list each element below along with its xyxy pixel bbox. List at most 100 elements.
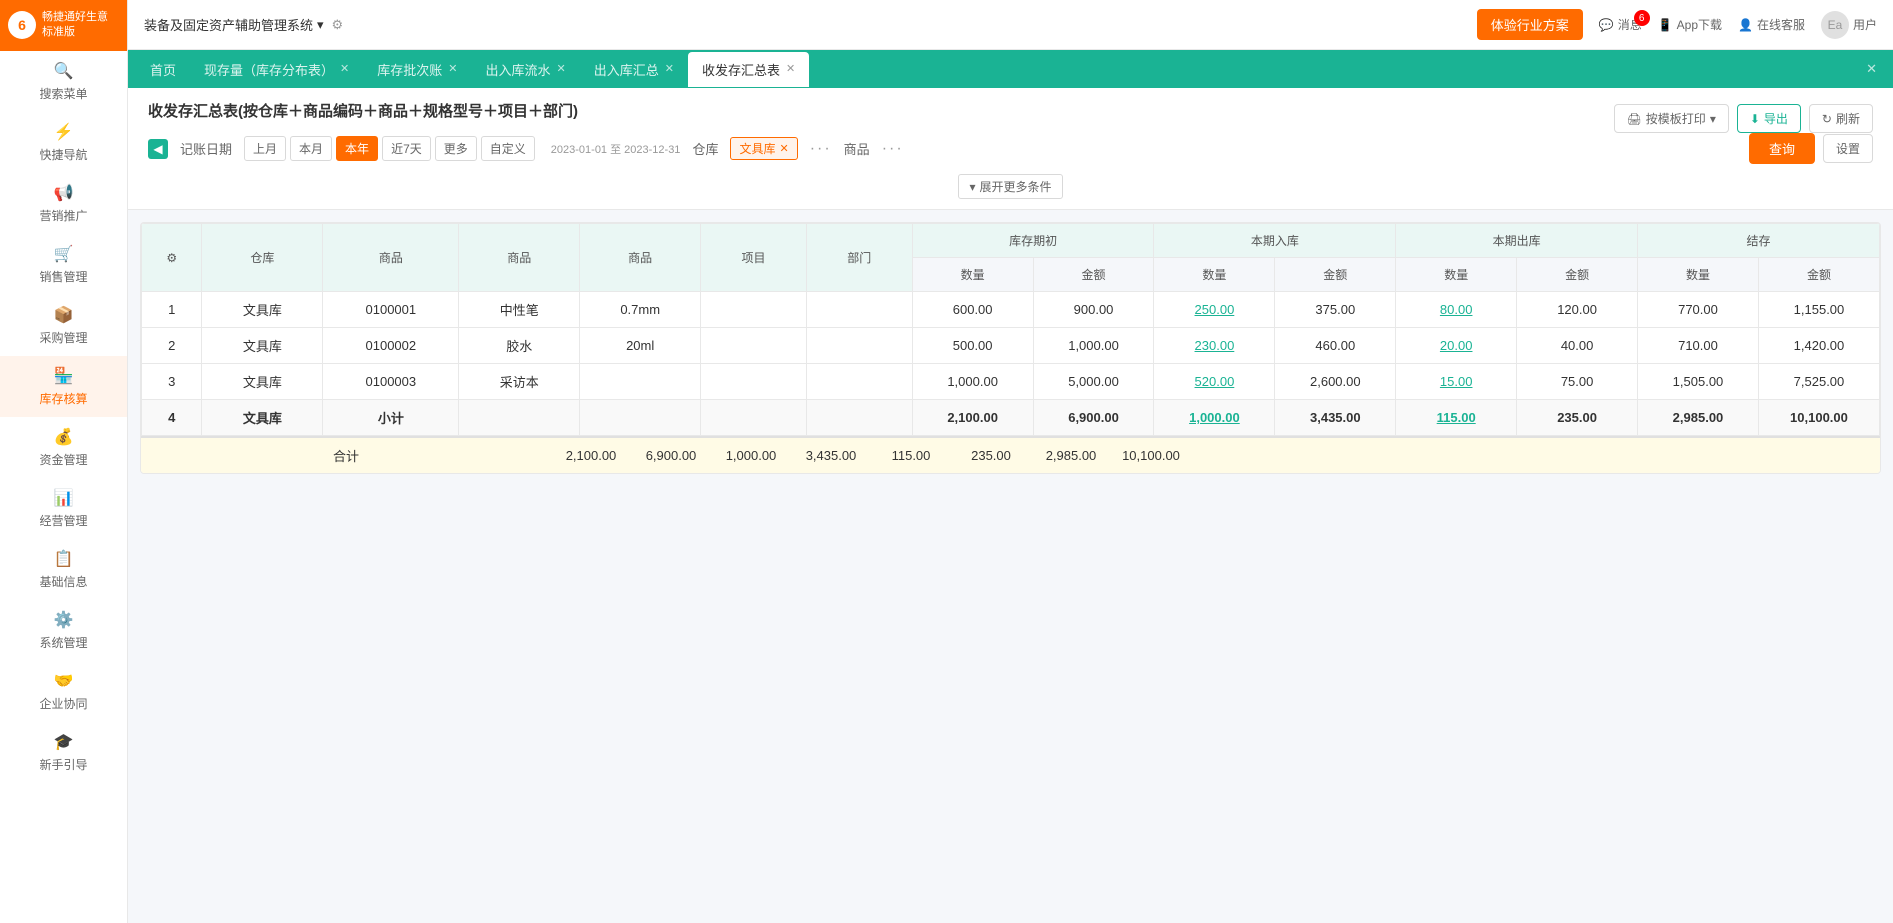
online-service-item[interactable]: 👤 在线客服 (1738, 16, 1805, 33)
tabs-close-all[interactable]: ✕ (1858, 61, 1885, 77)
sidebar-item-search[interactable]: 🔍 搜索菜单 (0, 51, 127, 112)
sidebar-item-quick[interactable]: ⚡ 快捷导航 (0, 112, 127, 173)
sidebar-item-label-enterprise: 企业协同 (39, 695, 87, 712)
sidebar-item-sales[interactable]: 🛒 销售管理 (0, 234, 127, 295)
table-row: 1 文具库 0100001 中性笔 0.7mm 600.00 900.00 25… (142, 292, 1880, 328)
th-project: 项目 (701, 224, 807, 292)
cell-spec-2 (580, 364, 701, 400)
sidebar-item-enterprise[interactable]: 🤝 企业协同 (0, 661, 127, 722)
date-btn-this-month[interactable]: 本月 (290, 136, 332, 161)
cell-bal-qty-2: 1,505.00 (1638, 364, 1759, 400)
subtotal-in-qty[interactable]: 1,000.00 (1154, 400, 1275, 436)
tab-recv-send-close[interactable]: ✕ (786, 64, 795, 75)
sidebar-item-purchase[interactable]: 📦 采购管理 (0, 295, 127, 356)
warehouse-tag-close[interactable]: ✕ (779, 142, 788, 155)
tab-inout-summary-close[interactable]: ✕ (665, 64, 674, 75)
export-btn[interactable]: ⬇ 导出 (1737, 104, 1801, 133)
cell-bal-amt-0: 1,155.00 (1758, 292, 1879, 328)
cell-in-qty-1[interactable]: 230.00 (1154, 328, 1275, 364)
warehouse-filter-more[interactable]: ··· (810, 140, 832, 158)
th-out-qty: 数量 (1396, 258, 1517, 292)
th-spec: 商品 (580, 224, 701, 292)
app-download-item[interactable]: 📱 App下载 (1658, 16, 1722, 33)
tab-inout-flow-close[interactable]: ✕ (557, 64, 566, 75)
tab-batch-close[interactable]: ✕ (448, 64, 457, 75)
goods-filter-more[interactable]: ··· (882, 140, 904, 158)
print-btn[interactable]: 🖨 按模板打印 ▾ (1614, 104, 1729, 133)
query-btn[interactable]: 查询 (1749, 133, 1815, 164)
tab-inout-flow-label: 出入库流水 (485, 60, 550, 79)
refresh-icon: ↻ (1822, 112, 1832, 126)
tab-recv-send[interactable]: 收发存汇总表 ✕ (688, 52, 809, 87)
cell-bal-qty-1: 710.00 (1638, 328, 1759, 364)
search-icon: 🔍 (54, 61, 74, 81)
gear-settings-icon[interactable]: ⚙ (332, 17, 344, 33)
sidebar-item-guide[interactable]: 🎓 新手引导 (0, 722, 127, 783)
tab-inventory-dist-close[interactable]: ✕ (340, 64, 349, 75)
footer-label: 合计 (141, 446, 551, 465)
date-btn-last-month[interactable]: 上月 (244, 136, 286, 161)
chevron-down-print: ▾ (1710, 112, 1716, 126)
subtotal-bal-amt: 10,100.00 (1758, 400, 1879, 436)
sidebar-item-business[interactable]: 📊 经营管理 (0, 478, 127, 539)
marketing-icon: 📢 (54, 183, 74, 203)
cell-project-1 (701, 328, 807, 364)
date-btn-this-year[interactable]: 本年 (336, 136, 378, 161)
sidebar-item-label-purchase: 采购管理 (39, 329, 87, 346)
tab-inventory-dist[interactable]: 现存量（库存分布表） ✕ (190, 52, 363, 87)
expand-conditions-btn[interactable]: ▾ 展开更多条件 (958, 174, 1062, 199)
cell-dept-1 (806, 328, 912, 364)
date-label: 记账日期 (180, 139, 232, 158)
cell-dept-2 (806, 364, 912, 400)
message-badge: 6 (1634, 10, 1650, 26)
sidebar-item-basic[interactable]: 📋 基础信息 (0, 539, 127, 600)
sidebar-item-marketing[interactable]: 📢 营销推广 (0, 173, 127, 234)
data-table-container: ⚙ 仓库 商品 商品 商品 项目 部门 库存期初 本期入库 本期出库 结存 (140, 222, 1881, 474)
subtotal-out-amt: 235.00 (1517, 400, 1638, 436)
tab-recv-send-label: 收发存汇总表 (702, 60, 780, 79)
cell-in-qty-2[interactable]: 520.00 (1154, 364, 1275, 400)
subtotal-out-qty[interactable]: 115.00 (1396, 400, 1517, 436)
warehouse-label: 仓库 (692, 139, 718, 158)
system-select[interactable]: 装备及固定资产辅助管理系统 ▾ (144, 15, 324, 34)
tab-home[interactable]: 首页 (136, 52, 190, 87)
th-bal-amt: 金额 (1758, 258, 1879, 292)
cell-out-qty-0[interactable]: 80.00 (1396, 292, 1517, 328)
date-btn-custom[interactable]: 自定义 (481, 136, 535, 161)
sidebar-item-inventory[interactable]: 🏪 库存核算 (0, 356, 127, 417)
cell-in-qty-0[interactable]: 250.00 (1154, 292, 1275, 328)
cell-out-qty-2[interactable]: 15.00 (1396, 364, 1517, 400)
date-btn-more[interactable]: 更多 (435, 136, 477, 161)
try-btn[interactable]: 体验行业方案 (1477, 9, 1583, 40)
cell-goods-1: 胶水 (459, 328, 580, 364)
cell-goods-0: 中性笔 (459, 292, 580, 328)
th-dept: 部门 (806, 224, 912, 292)
tab-inventory-dist-label: 现存量（库存分布表） (204, 60, 334, 79)
cell-bal-amt-1: 1,420.00 (1758, 328, 1879, 364)
th-gear[interactable]: ⚙ (142, 224, 202, 292)
th-in-period: 本期入库 (1154, 224, 1396, 258)
setting-btn[interactable]: 设置 (1823, 134, 1873, 163)
message-item[interactable]: 💬 消息 6 (1599, 16, 1642, 33)
user-item[interactable]: Ea 用户 (1821, 11, 1877, 39)
inventory-icon: 🏪 (54, 366, 74, 386)
date-btn-7days[interactable]: 近7天 (382, 136, 431, 161)
refresh-btn[interactable]: ↻ 刷新 (1809, 104, 1873, 133)
tab-inout-flow[interactable]: 出入库流水 ✕ (471, 52, 579, 87)
subtotal-warehouse: 文具库 (202, 400, 323, 436)
sidebar-item-label-basic: 基础信息 (39, 573, 87, 590)
sidebar-item-system[interactable]: ⚙️ 系统管理 (0, 600, 127, 661)
cell-out-qty-1[interactable]: 20.00 (1396, 328, 1517, 364)
top-bar: 装备及固定资产辅助管理系统 ▾ ⚙ 体验行业方案 💬 消息 6 📱 App下载 … (128, 0, 1893, 50)
tab-inout-summary[interactable]: 出入库汇总 ✕ (580, 52, 688, 87)
export-icon: ⬇ (1750, 112, 1760, 126)
print-icon: 🖨 (1627, 112, 1642, 126)
cell-in-amt-1: 460.00 (1275, 328, 1396, 364)
footer-out-qty: 115.00 (871, 448, 951, 463)
tab-batch[interactable]: 库存批次账 ✕ (363, 52, 471, 87)
sidebar-item-finance[interactable]: 💰 资金管理 (0, 417, 127, 478)
filter-collapse-btn[interactable]: ◀ (148, 139, 168, 159)
footer-out-amt: 235.00 (951, 448, 1031, 463)
enterprise-icon: 🤝 (54, 671, 74, 691)
cell-bal-qty-0: 770.00 (1638, 292, 1759, 328)
